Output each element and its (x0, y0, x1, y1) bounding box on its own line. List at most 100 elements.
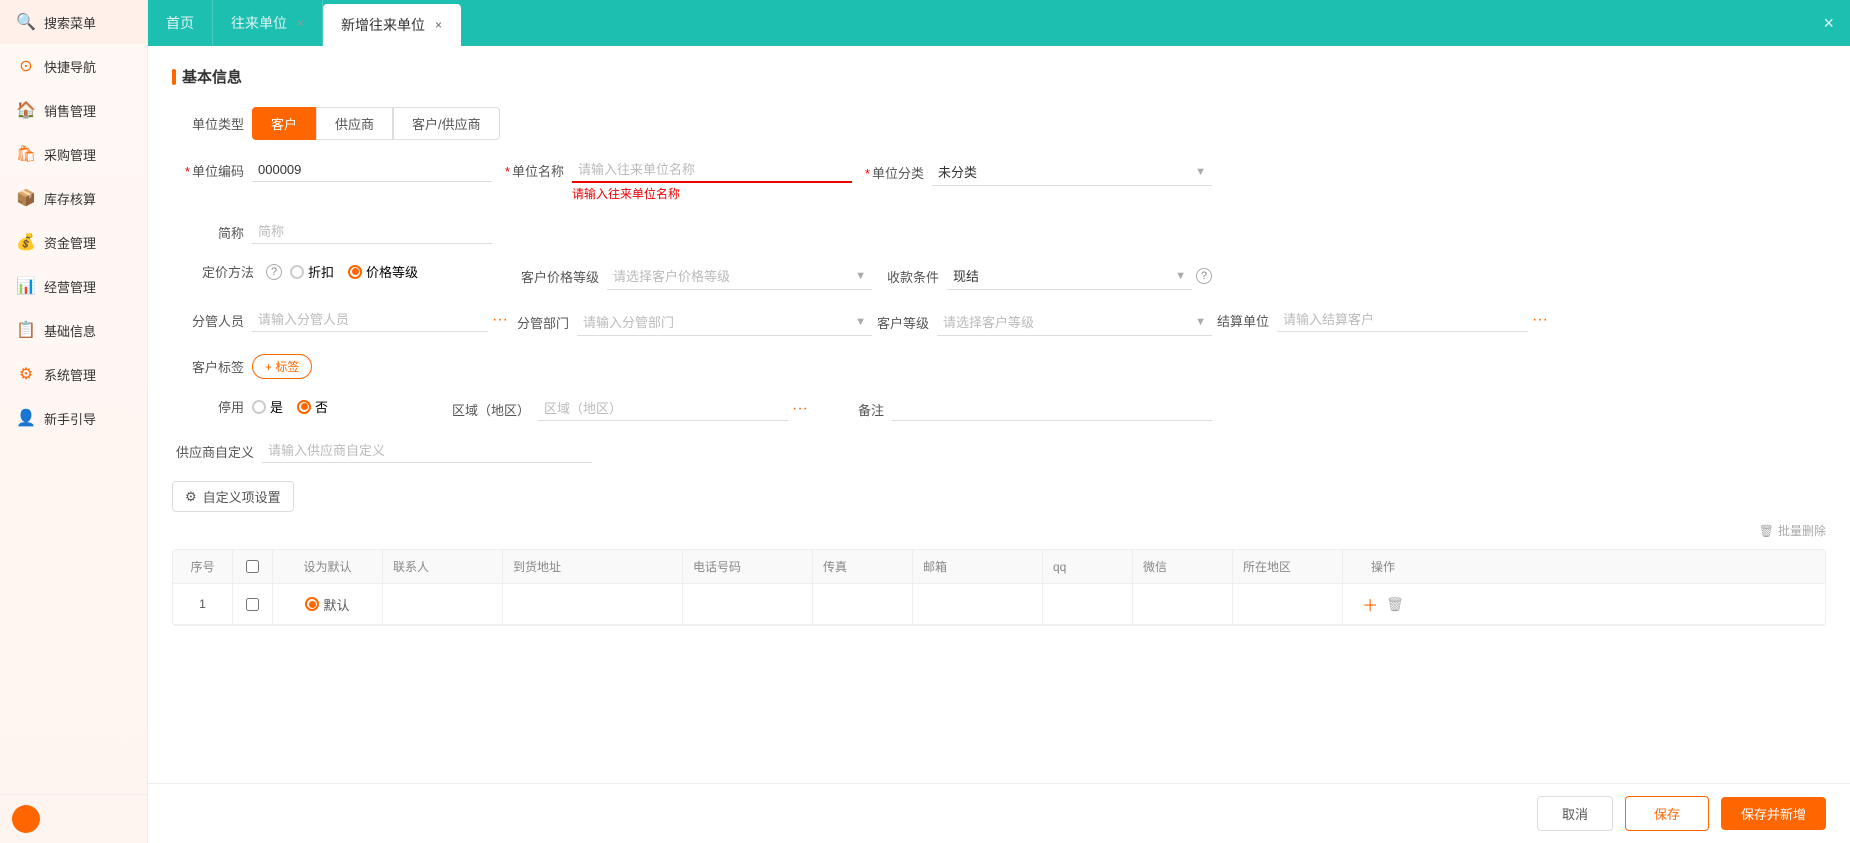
sidebar-item-basics[interactable]: 📋 基础信息 (0, 308, 147, 352)
cell-region[interactable] (1233, 584, 1343, 624)
wechat-input[interactable] (1143, 597, 1222, 612)
settlement-more-btn[interactable]: ··· (1528, 311, 1552, 329)
check-all-checkbox[interactable] (246, 560, 259, 573)
tags-label: 客户标签 (172, 357, 252, 376)
pricing-help-icon[interactable]: ? (266, 264, 282, 280)
supplier-custom-input[interactable] (262, 439, 592, 463)
contact-input[interactable] (393, 597, 492, 612)
section-title-text: 基本信息 (182, 66, 242, 87)
cell-email[interactable] (913, 584, 1043, 624)
fax-input[interactable] (823, 597, 902, 612)
sidebar-item-search[interactable]: 🔍 搜索菜单 (0, 0, 147, 44)
th-check (233, 550, 273, 583)
cell-phone[interactable] (683, 584, 813, 624)
sidebar-item-sales[interactable]: 🏠 销售管理 (0, 88, 147, 132)
radio-discount[interactable]: 折扣 (290, 262, 334, 281)
sidebar-item-quick-nav[interactable]: ⊙ 快捷导航 (0, 44, 147, 88)
basics-icon: 📋 (16, 320, 36, 340)
row-default-radio[interactable]: 默认 (305, 595, 349, 614)
region-more-btn[interactable]: ··· (788, 400, 812, 418)
batch-delete-area: 🗑 批量删除 (172, 522, 1826, 539)
content-area: 基本信息 单位类型 客户 供应商 客户/供应商 单位编码 (148, 46, 1850, 783)
unit-code-field: 单位编码 (172, 158, 492, 182)
unit-name-input[interactable] (572, 158, 852, 183)
radio-discount-circle (290, 265, 304, 279)
gear-icon: ⚙ (185, 489, 197, 505)
custom-settings-button[interactable]: ⚙ 自定义项设置 (172, 481, 294, 512)
customer-level-placeholder: 请选择客户等级 (943, 312, 1191, 331)
add-row-button[interactable]: ＋ (1358, 592, 1382, 616)
payment-help-icon[interactable]: ? (1196, 268, 1212, 284)
email-input[interactable] (923, 597, 1032, 612)
window-close-button[interactable]: × (1807, 13, 1850, 34)
radio-price-level[interactable]: 价格等级 (348, 262, 418, 281)
remark-input[interactable] (892, 397, 1212, 421)
payment-terms-select[interactable]: 现结 ▼ (947, 262, 1192, 290)
unit-btn-both[interactable]: 客户/供应商 (393, 107, 500, 140)
th-qq: qq (1043, 550, 1133, 583)
phone-input[interactable] (693, 597, 802, 612)
settlement-input[interactable] (1277, 308, 1528, 332)
customer-price-level-placeholder: 请选择客户价格等级 (613, 266, 851, 285)
unit-code-input[interactable] (252, 158, 492, 182)
unit-btn-customer[interactable]: 客户 (252, 107, 316, 140)
tab-new-contact-close[interactable]: × (435, 18, 442, 32)
manager-input[interactable] (252, 308, 488, 332)
settlement-label: 结算单位 (1212, 311, 1277, 330)
cell-wechat[interactable] (1133, 584, 1233, 624)
row-default-label: 默认 (323, 595, 349, 614)
radio-yes[interactable]: 是 (252, 397, 283, 416)
unit-type-field: 单位类型 客户 供应商 客户/供应商 (172, 107, 1826, 140)
cell-fax[interactable] (813, 584, 913, 624)
del-row-button[interactable]: 🗑 (1382, 596, 1408, 613)
customer-price-level-select[interactable]: 请选择客户价格等级 ▼ (607, 262, 872, 290)
pricing-method-field: 定价方法 ? 折扣 价格等级 (172, 262, 512, 281)
cell-ops: ＋ 🗑 (1343, 584, 1423, 624)
unit-type-row: 单位类型 客户 供应商 客户/供应商 (172, 107, 1826, 140)
unit-category-select[interactable]: 未分类 ▼ (932, 158, 1212, 186)
customer-level-select[interactable]: 请选择客户等级 ▼ (937, 308, 1212, 336)
th-region: 所在地区 (1233, 550, 1343, 583)
region-label: 区域（地区） (452, 400, 538, 419)
radio-price-level-label: 价格等级 (366, 262, 418, 281)
avatar (12, 805, 40, 833)
pricing-row: 定价方法 ? 折扣 价格等级 客户价格等级 请选择客户价格等级 (172, 262, 1826, 290)
cancel-button[interactable]: 取消 (1537, 796, 1613, 831)
sidebar-item-operations[interactable]: 📊 经营管理 (0, 264, 147, 308)
short-name-input[interactable] (252, 220, 492, 244)
payment-terms-field: 收款条件 现结 ▼ ? (872, 262, 1212, 290)
cell-qq[interactable] (1043, 584, 1133, 624)
add-tag-button[interactable]: + 标签 (252, 354, 312, 379)
sidebar-item-newbie[interactable]: 👤 新手引导 (0, 396, 147, 440)
department-field: 分管部门 请输入分管部门 ▼ (512, 308, 872, 336)
region-input[interactable] (538, 397, 788, 421)
radio-no[interactable]: 否 (297, 397, 328, 416)
batch-delete-label[interactable]: 批量删除 (1778, 522, 1826, 539)
department-select[interactable]: 请输入分管部门 ▼ (577, 308, 872, 336)
region-table-input[interactable] (1243, 597, 1332, 612)
cell-address[interactable] (503, 584, 683, 624)
qq-input[interactable] (1053, 597, 1122, 612)
home-icon: ⊙ (16, 56, 36, 76)
region-field: 区域（地区） ··· (452, 397, 812, 421)
tab-home[interactable]: 首页 (148, 0, 213, 46)
customer-level-label: 客户等级 (872, 313, 937, 332)
sidebar-item-purchase[interactable]: 🛍 采购管理 (0, 132, 147, 176)
address-input[interactable] (513, 597, 672, 612)
tab-contacts[interactable]: 往来单位 × (213, 0, 323, 46)
customer-price-level-label: 客户价格等级 (512, 267, 607, 286)
payment-terms-label: 收款条件 (872, 267, 947, 286)
unit-btn-supplier[interactable]: 供应商 (316, 107, 393, 140)
save-button[interactable]: 保存 (1625, 796, 1709, 831)
cell-contact[interactable] (383, 584, 503, 624)
manager-more-btn[interactable]: ··· (488, 311, 512, 329)
sidebar-item-finance[interactable]: 💰 资金管理 (0, 220, 147, 264)
sidebar-item-inventory[interactable]: 📦 库存核算 (0, 176, 147, 220)
tab-new-contact[interactable]: 新增往来单位 × (323, 4, 461, 46)
save-new-button[interactable]: 保存并新增 (1721, 797, 1826, 830)
row-checkbox[interactable] (246, 598, 259, 611)
tab-contacts-close[interactable]: × (297, 16, 304, 30)
unit-category-label: 单位分类 (852, 163, 932, 182)
sidebar-item-system[interactable]: ⚙ 系统管理 (0, 352, 147, 396)
sidebar-item-label: 基础信息 (44, 321, 96, 340)
